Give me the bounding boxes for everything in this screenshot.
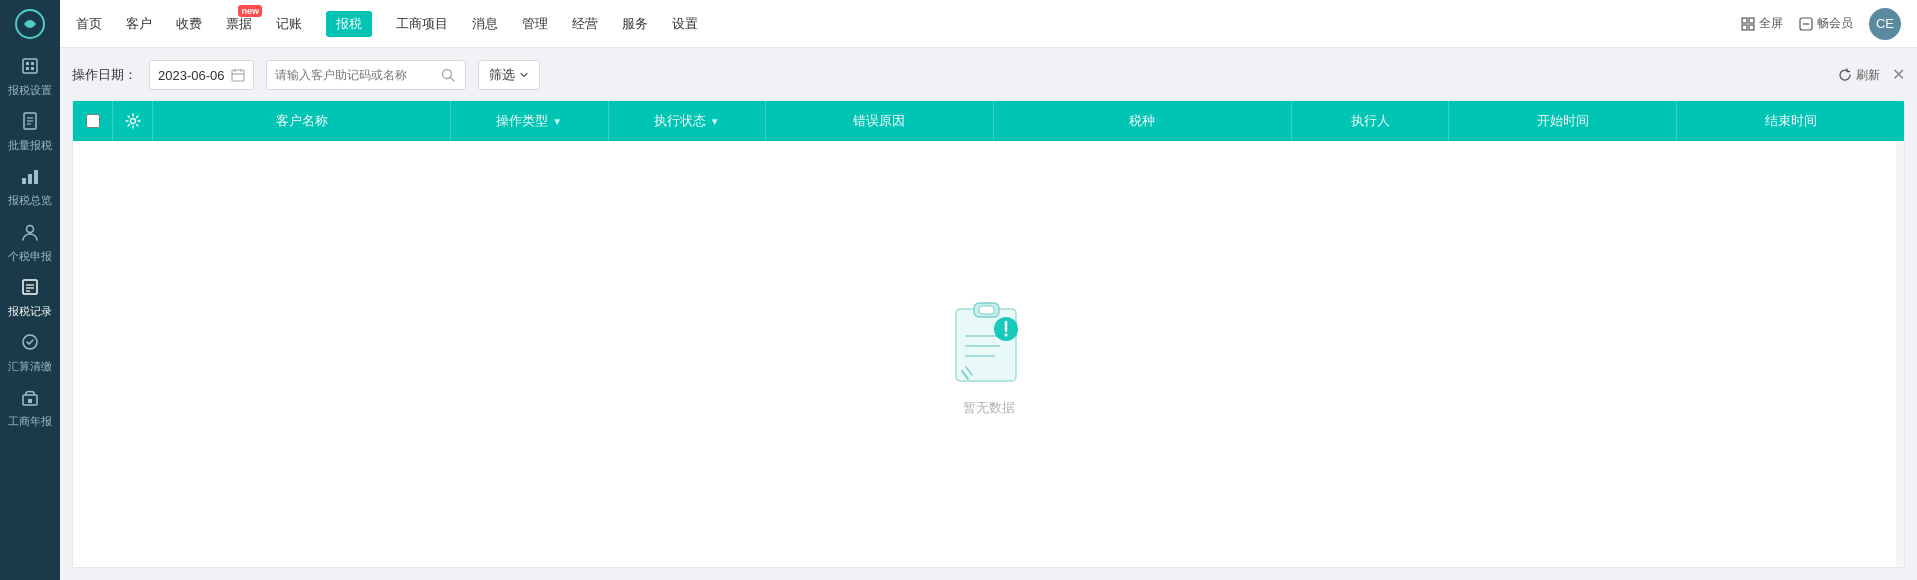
nav-management[interactable]: 管理 (522, 11, 548, 37)
svg-rect-27 (232, 70, 244, 81)
tax-records-icon (20, 277, 40, 302)
op-type-sort-icon: ▼ (552, 116, 562, 127)
sidebar-item-label: 个税申报 (8, 250, 52, 263)
nav-bookkeeping[interactable]: 记账 (276, 11, 302, 37)
th-exec-status[interactable]: 执行状态 ▼ (609, 101, 767, 141)
chevron-down-icon (519, 70, 529, 80)
fullscreen-icon (1741, 17, 1755, 31)
svg-rect-14 (23, 280, 37, 294)
svg-line-32 (450, 78, 454, 82)
th-checkbox[interactable] (73, 101, 113, 141)
th-gear[interactable] (113, 101, 153, 141)
gear-icon (125, 113, 141, 129)
user-avatar[interactable]: CE (1869, 8, 1901, 40)
empty-illustration: 暂无数据 (944, 291, 1034, 417)
sidebar-item-label: 工商年报 (8, 415, 52, 428)
th-tax-type: 税种 (994, 101, 1292, 141)
svg-rect-1 (23, 59, 37, 73)
svg-rect-4 (26, 67, 29, 70)
th-error-reason: 错误原因 (766, 101, 994, 141)
member-btn[interactable]: 畅会员 (1799, 15, 1853, 32)
th-op-type[interactable]: 操作类型 ▼ (451, 101, 609, 141)
sidebar-item-tax-settings[interactable]: 报税设置 (0, 48, 60, 103)
nav-settings[interactable]: 设置 (672, 11, 698, 37)
tax-overview-icon (20, 166, 40, 191)
svg-rect-23 (1742, 25, 1747, 30)
scrollbar-track[interactable] (1896, 141, 1904, 567)
date-picker[interactable]: 2023-06-06 (149, 60, 254, 90)
calendar-icon (231, 68, 245, 82)
fullscreen-btn[interactable]: 全屏 (1741, 15, 1783, 32)
svg-rect-36 (979, 306, 994, 314)
clipboard-illustration (944, 291, 1034, 391)
th-end-time: 结束时间 (1677, 101, 1904, 141)
nav-home[interactable]: 首页 (76, 11, 102, 37)
settlement-icon (20, 332, 40, 357)
sidebar-item-individual-tax[interactable]: 个税申报 (0, 214, 60, 269)
nav-operations[interactable]: 经营 (572, 11, 598, 37)
select-all-checkbox[interactable] (86, 114, 100, 128)
individual-tax-icon (20, 222, 40, 247)
sidebar-item-label: 报税总览 (8, 194, 52, 207)
svg-point-13 (27, 225, 34, 232)
nav-messages[interactable]: 消息 (472, 11, 498, 37)
svg-rect-11 (28, 174, 32, 184)
nav-invoice[interactable]: 票据 new (226, 11, 252, 37)
search-input[interactable] (275, 68, 435, 82)
svg-point-33 (130, 119, 135, 124)
filter-button[interactable]: 筛选 (478, 60, 540, 90)
svg-rect-5 (31, 67, 34, 70)
exec-status-sort-icon: ▼ (710, 116, 720, 127)
sidebar-item-annual-report[interactable]: 工商年报 (0, 379, 60, 434)
nav-services[interactable]: 服务 (622, 11, 648, 37)
member-icon (1799, 17, 1813, 31)
refresh-button[interactable]: 刷新 (1838, 67, 1880, 84)
topnav-right: 全屏 畅会员 CE (1741, 8, 1901, 40)
nav-customers[interactable]: 客户 (126, 11, 152, 37)
sidebar-item-label: 汇算清缴 (8, 360, 52, 373)
sidebar: 报税设置 批量报税 报税总览 (0, 0, 60, 580)
svg-rect-20 (28, 399, 32, 403)
svg-rect-3 (31, 62, 34, 65)
sidebar-logo (0, 0, 60, 48)
svg-rect-22 (1749, 18, 1754, 23)
svg-rect-21 (1742, 18, 1747, 23)
nav-billing[interactable]: 收费 (176, 11, 202, 37)
new-badge: new (238, 5, 262, 17)
table-container: 客户名称 操作类型 ▼ 执行状态 ▼ 错误原因 税种 执行人 (72, 100, 1905, 568)
sidebar-item-tax-overview[interactable]: 报税总览 (0, 158, 60, 213)
topnav: 首页 客户 收费 票据 new 记账 报税 工商项目 消息 管理 经营 服务 设… (60, 0, 1917, 48)
tax-settings-icon (20, 56, 40, 81)
sidebar-item-settlement[interactable]: 汇算清缴 (0, 324, 60, 379)
svg-rect-10 (22, 178, 26, 184)
table-header: 客户名称 操作类型 ▼ 执行状态 ▼ 错误原因 税种 执行人 (73, 101, 1904, 141)
batch-tax-icon (20, 111, 40, 136)
toolbar: 操作日期： 2023-06-06 筛选 (72, 60, 1905, 90)
search-box[interactable] (266, 60, 466, 90)
th-client-name: 客户名称 (153, 101, 451, 141)
svg-rect-12 (34, 170, 38, 184)
nav-tax[interactable]: 报税 (326, 11, 372, 37)
date-label: 操作日期： (72, 66, 137, 84)
svg-rect-2 (26, 62, 29, 65)
sidebar-item-tax-records[interactable]: 报税记录 (0, 269, 60, 324)
svg-point-42 (1004, 334, 1007, 337)
annual-report-icon (20, 387, 40, 412)
nav-industry[interactable]: 工商项目 (396, 11, 448, 37)
close-button[interactable]: ✕ (1892, 67, 1905, 83)
sidebar-item-batch-tax[interactable]: 批量报税 (0, 103, 60, 158)
th-executor: 执行人 (1292, 101, 1450, 141)
sidebar-item-label: 报税设置 (8, 84, 52, 97)
svg-rect-24 (1749, 25, 1754, 30)
main-wrapper: 首页 客户 收费 票据 new 记账 报税 工商项目 消息 管理 经营 服务 设… (60, 0, 1917, 580)
empty-state-text: 暂无数据 (963, 399, 1015, 417)
search-icon (441, 68, 455, 82)
content-area: 操作日期： 2023-06-06 筛选 (60, 48, 1917, 580)
sidebar-item-label: 批量报税 (8, 139, 52, 152)
table-body: 暂无数据 (73, 141, 1904, 567)
th-start-time: 开始时间 (1449, 101, 1677, 141)
refresh-icon (1838, 68, 1852, 82)
sidebar-item-label: 报税记录 (8, 305, 52, 318)
